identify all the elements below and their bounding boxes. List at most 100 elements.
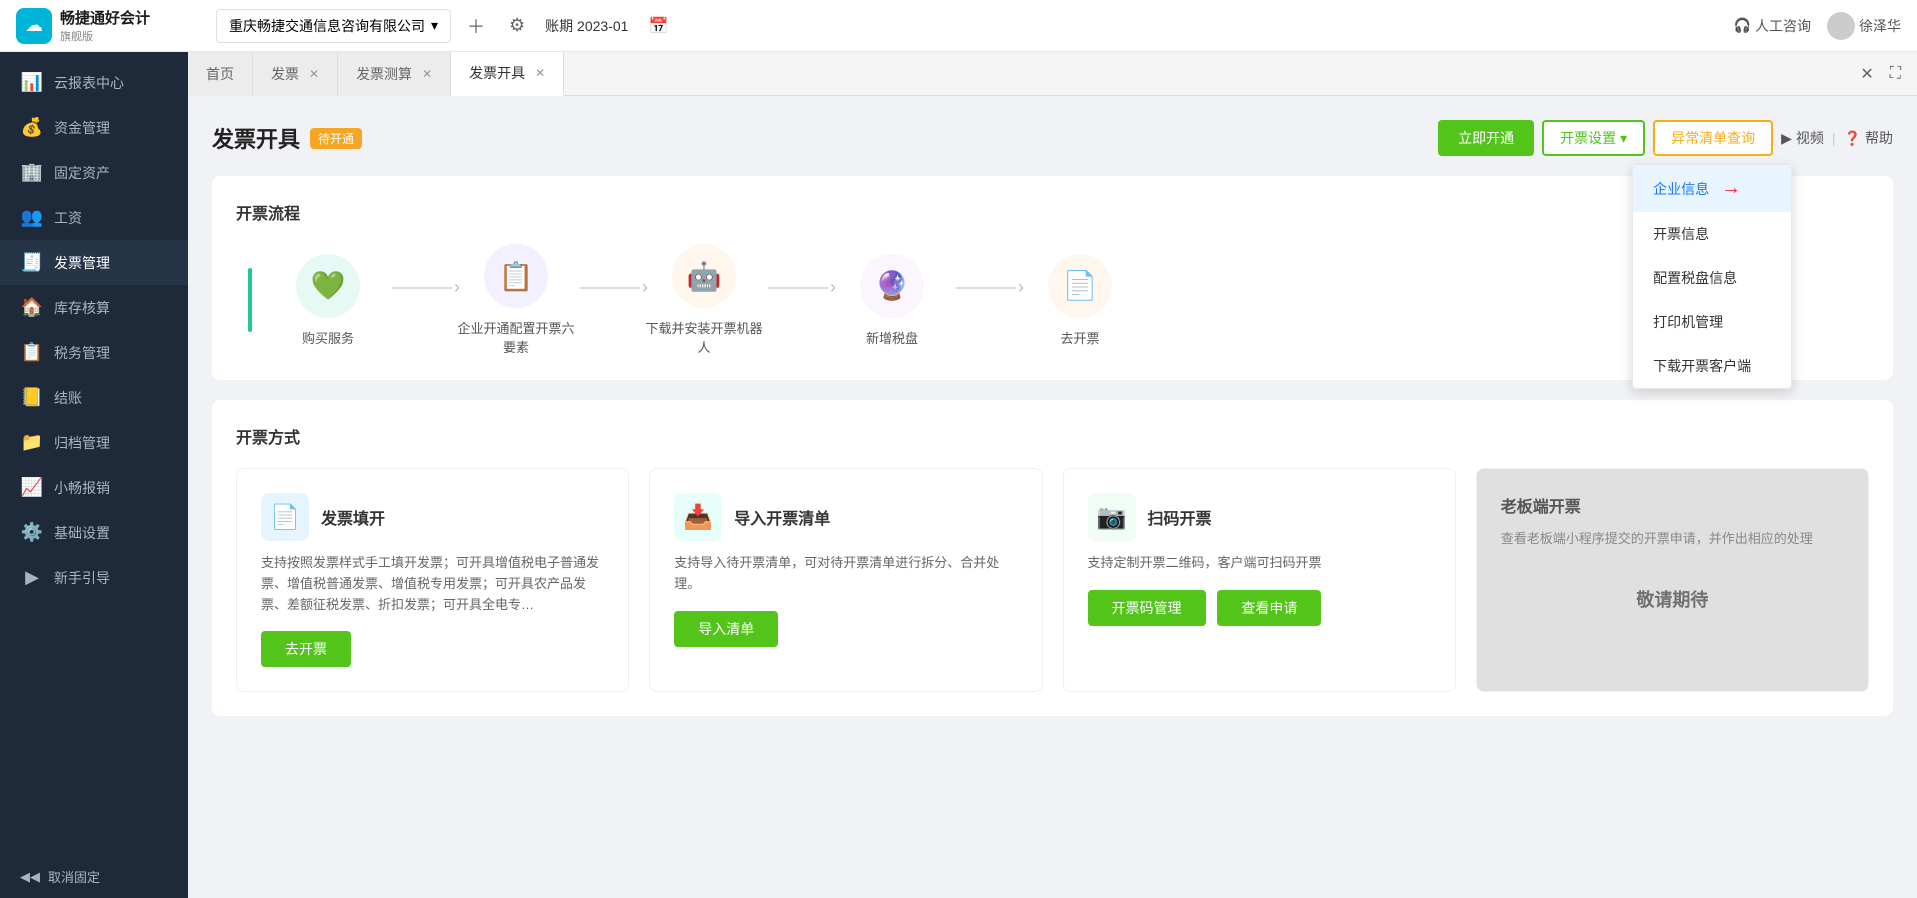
method-section: 开票方式 📄 发票填开 支持按照发票样式手工填开发票；可开具增值税电子普通发票、… [212, 400, 1893, 716]
headset-icon: 🎧 [1734, 17, 1751, 34]
dropdown-item-printer[interactable]: 打印机管理 [1633, 300, 1791, 344]
dropdown-arrow-icon: ▾ [1620, 130, 1627, 147]
sidebar-item-finance[interactable]: 💰 资金管理 [0, 105, 188, 150]
closing-icon: 📒 [20, 387, 44, 408]
sidebar-item-payroll[interactable]: 👥 工资 [0, 195, 188, 240]
flow-step-3: 🤖 下载并安装开票机器人 [644, 244, 764, 356]
archive-icon: 📁 [20, 432, 44, 453]
sidebar-item-expense[interactable]: 📈 小畅报销 [0, 465, 188, 510]
cloud-reports-icon: 📊 [20, 72, 44, 93]
qrcode-manage-button[interactable]: 开票码管理 [1088, 590, 1206, 626]
coming-soon-text: 敬请期待 [1501, 566, 1844, 632]
method-card-boss: 老板端开票 查看老板端小程序提交的开票申请，并作出相应的处理 敬请期待 [1476, 468, 1869, 692]
sidebar-item-invoice[interactable]: 🧾 发票管理 [0, 240, 188, 285]
app-logo-icon: ☁ [16, 8, 52, 44]
company-dropdown-icon: ▾ [431, 17, 438, 34]
period-label: 账期 2023-01 [545, 16, 628, 36]
tab-invoice-issue-close[interactable]: ✕ [535, 66, 545, 80]
scan-method-icon: 📷 [1088, 493, 1136, 541]
tab-invoice[interactable]: 发票 ✕ [253, 52, 338, 96]
status-badge: 待开通 [310, 128, 362, 149]
exception-list-button[interactable]: 异常清单查询 [1653, 120, 1773, 156]
sidebar-item-cloud-reports[interactable]: 📊 云报表中心 [0, 60, 188, 105]
step1-icon: 💚 [296, 254, 360, 318]
help-button[interactable]: ❓ 帮助 [1844, 128, 1893, 148]
settings-dropdown-menu: 企业信息 → 开票信息 配置税盘信息 打印机管理 [1632, 164, 1792, 389]
flow-step-1: 💚 购买服务 [268, 254, 388, 347]
sidebar-item-archive[interactable]: 📁 归档管理 [0, 420, 188, 465]
content-body: 发票开具 待开通 立即开通 开票设置 ▾ [188, 96, 1917, 898]
flow-section-title: 开票流程 [236, 200, 1869, 224]
scan-method-desc: 支持定制开票二维码，客户端可扫码开票 [1088, 553, 1431, 574]
dropdown-item-company-info[interactable]: 企业信息 → [1633, 165, 1791, 212]
step5-icon: 📄 [1048, 254, 1112, 318]
fill-invoice-button[interactable]: 去开票 [261, 631, 351, 667]
step5-label: 去开票 [1060, 328, 1099, 347]
page-header: 发票开具 待开通 立即开通 开票设置 ▾ [212, 120, 1893, 156]
sidebar-item-guide[interactable]: ▶ 新手引导 [0, 555, 188, 600]
settings-icon: ⚙️ [20, 522, 44, 543]
import-method-title: 导入开票清单 [734, 505, 830, 529]
user-menu[interactable]: 徐泽华 [1827, 12, 1901, 40]
dropdown-item-tax-config[interactable]: 配置税盘信息 [1633, 256, 1791, 300]
dropdown-item-download-client[interactable]: 下载开票客户端 [1633, 344, 1791, 388]
tab-invoice-calc-close[interactable]: ✕ [422, 67, 432, 81]
page-title: 发票开具 [212, 122, 300, 154]
tab-home[interactable]: 首页 [188, 52, 253, 96]
header-actions: 立即开通 开票设置 ▾ 企业信息 → [1438, 120, 1893, 156]
import-method-desc: 支持导入待开票清单，可对待开票清单进行拆分、合并处理。 [674, 553, 1017, 595]
step3-icon: 🤖 [672, 244, 736, 308]
step-divider-4 [956, 287, 1016, 289]
video-button[interactable]: ▶ 视频 [1781, 128, 1824, 148]
tab-expand-button[interactable]: ⛶ [1886, 61, 1905, 87]
tab-invoice-issue[interactable]: 发票开具 ✕ [451, 52, 564, 96]
invoice-icon: 🧾 [20, 252, 44, 273]
sidebar-item-closing[interactable]: 📒 结账 [0, 375, 188, 420]
method-section-title: 开票方式 [236, 424, 1869, 448]
fixed-assets-icon: 🏢 [20, 162, 44, 183]
tax-icon: 📋 [20, 342, 44, 363]
company-selector[interactable]: 重庆畅捷交通信息咨询有限公司 ▾ [216, 9, 451, 43]
method-card-import: 📥 导入开票清单 支持导入待开票清单，可对待开票清单进行拆分、合并处理。 导入清… [649, 468, 1042, 692]
view-apply-button[interactable]: 查看申请 [1217, 590, 1321, 626]
user-avatar [1827, 12, 1855, 40]
consult-button[interactable]: 🎧 人工咨询 [1734, 16, 1811, 36]
app-name: 畅捷通好会计 [60, 7, 150, 28]
sidebar-item-inventory[interactable]: 🏠 库存核算 [0, 285, 188, 330]
unpin-button[interactable]: ◀◀ 取消固定 [0, 855, 188, 898]
guide-icon: ▶ [20, 567, 44, 588]
step2-label: 企业开通配置开票六要素 [456, 318, 576, 356]
sidebar-item-fixed-assets[interactable]: 🏢 固定资产 [0, 150, 188, 195]
method-cards: 📄 发票填开 支持按照发票样式手工填开发票；可开具增值税电子普通发票、增值税普通… [236, 468, 1869, 692]
tab-invoice-calc[interactable]: 发票测算 ✕ [338, 52, 451, 96]
step2-icon: 📋 [484, 244, 548, 308]
activate-button[interactable]: 立即开通 [1438, 120, 1534, 156]
flow-step-4: 🔮 新增税盘 [832, 254, 952, 347]
step1-label: 购买服务 [302, 328, 354, 347]
red-arrow-icon: → [1721, 177, 1741, 199]
import-list-button[interactable]: 导入清单 [674, 611, 778, 647]
settings-dropdown-button[interactable]: 开票设置 ▾ [1542, 120, 1645, 156]
method-card-scan: 📷 扫码开票 支持定制开票二维码，客户端可扫码开票 开票码管理 查看申请 [1063, 468, 1456, 692]
fill-method-title: 发票填开 [321, 505, 385, 529]
step-divider-1 [392, 287, 452, 289]
help-icon: ❓ [1844, 130, 1861, 147]
sidebar-item-tax[interactable]: 📋 税务管理 [0, 330, 188, 375]
add-button[interactable]: ＋ [463, 9, 489, 43]
tab-invoice-close[interactable]: ✕ [309, 67, 319, 81]
fill-method-desc: 支持按照发票样式手工填开发票；可开具增值税电子普通发票、增值税普通发票、增值税专… [261, 553, 604, 615]
boss-method-desc: 查看老板端小程序提交的开票申请，并作出相应的处理 [1501, 529, 1844, 550]
tab-close-button[interactable]: ✕ [1856, 60, 1877, 88]
flow-step-2: 📋 企业开通配置开票六要素 [456, 244, 576, 356]
step3-label: 下载并安装开票机器人 [644, 318, 764, 356]
step4-label: 新增税盘 [866, 328, 918, 347]
dropdown-item-invoice-info[interactable]: 开票信息 [1633, 212, 1791, 256]
fill-method-icon: 📄 [261, 493, 309, 541]
inventory-icon: 🏠 [20, 297, 44, 318]
sidebar-item-settings[interactable]: ⚙️ 基础设置 [0, 510, 188, 555]
settings-button[interactable]: ⚙ [505, 11, 529, 40]
finance-icon: 💰 [20, 117, 44, 138]
calendar-icon[interactable]: 📅 [644, 12, 672, 40]
app-edition: 旗舰版 [60, 28, 150, 44]
step-divider-2 [580, 287, 640, 289]
